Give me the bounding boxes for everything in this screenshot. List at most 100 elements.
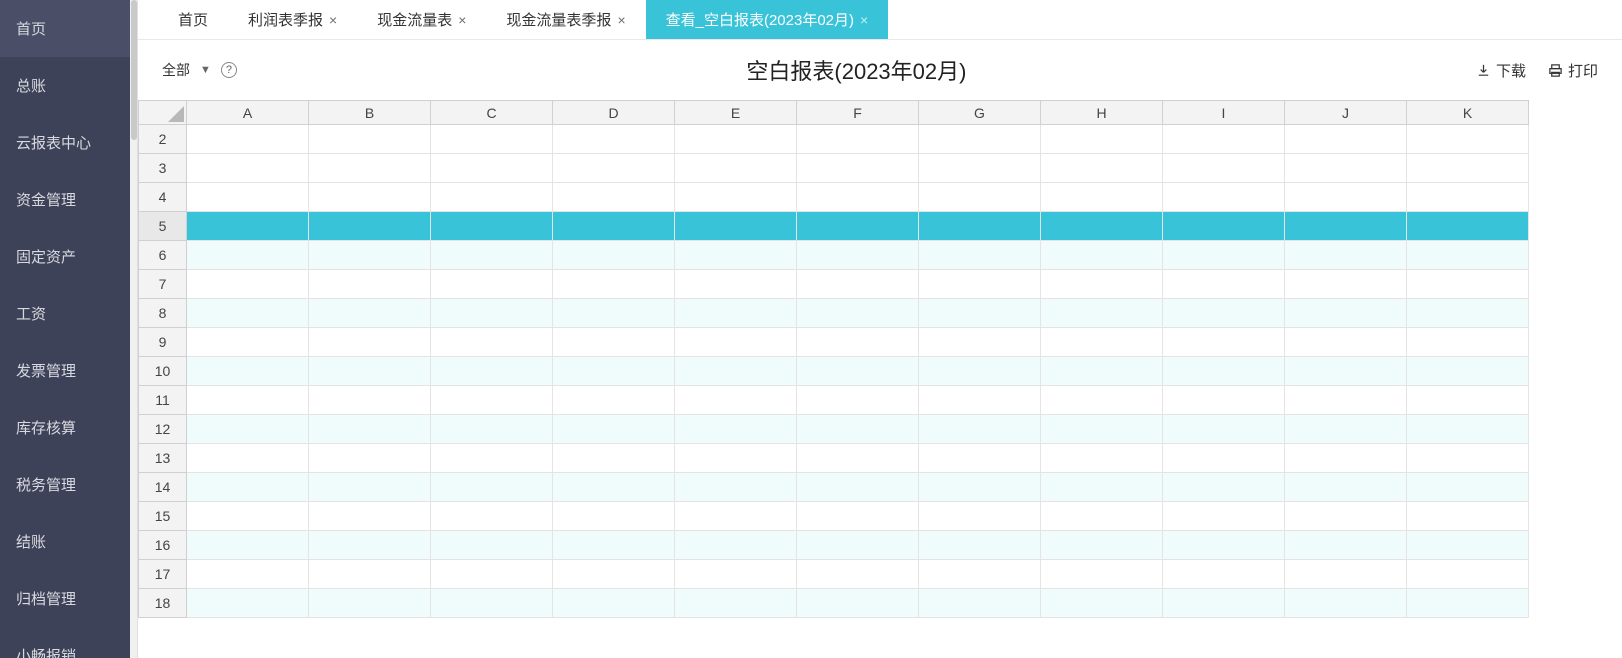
- sidebar-scrollbar[interactable]: [130, 0, 138, 658]
- cell-D15[interactable]: [553, 502, 675, 531]
- cell-A5[interactable]: [187, 212, 309, 241]
- cell-B6[interactable]: [309, 241, 431, 270]
- cell-F16[interactable]: [797, 531, 919, 560]
- cell-C9[interactable]: [431, 328, 553, 357]
- cell-H17[interactable]: [1041, 560, 1163, 589]
- cell-E17[interactable]: [675, 560, 797, 589]
- cell-E11[interactable]: [675, 386, 797, 415]
- cell-E6[interactable]: [675, 241, 797, 270]
- cell-F15[interactable]: [797, 502, 919, 531]
- cell-C18[interactable]: [431, 589, 553, 618]
- print-button[interactable]: 打印: [1548, 60, 1598, 81]
- close-icon[interactable]: ×: [329, 12, 337, 28]
- cell-J16[interactable]: [1285, 531, 1407, 560]
- cell-F4[interactable]: [797, 183, 919, 212]
- cell-K3[interactable]: [1407, 154, 1529, 183]
- cell-C11[interactable]: [431, 386, 553, 415]
- cell-I10[interactable]: [1163, 357, 1285, 386]
- cell-D12[interactable]: [553, 415, 675, 444]
- cell-B5[interactable]: [309, 212, 431, 241]
- cell-G3[interactable]: [919, 154, 1041, 183]
- cell-D18[interactable]: [553, 589, 675, 618]
- cell-J13[interactable]: [1285, 444, 1407, 473]
- tab-1[interactable]: 利润表季报×: [228, 0, 357, 39]
- cell-D6[interactable]: [553, 241, 675, 270]
- spreadsheet[interactable]: ABCDEFGHIJK23456789101112131415161718: [138, 100, 1622, 658]
- column-header-E[interactable]: E: [675, 101, 797, 125]
- cell-K11[interactable]: [1407, 386, 1529, 415]
- cell-B16[interactable]: [309, 531, 431, 560]
- cell-I2[interactable]: [1163, 125, 1285, 154]
- cell-F13[interactable]: [797, 444, 919, 473]
- cell-H3[interactable]: [1041, 154, 1163, 183]
- cell-E13[interactable]: [675, 444, 797, 473]
- cell-K2[interactable]: [1407, 125, 1529, 154]
- cell-A15[interactable]: [187, 502, 309, 531]
- sidebar-item-2[interactable]: 云报表中心: [0, 114, 130, 171]
- cell-I8[interactable]: [1163, 299, 1285, 328]
- cell-K18[interactable]: [1407, 589, 1529, 618]
- sidebar-item-7[interactable]: 库存核算: [0, 399, 130, 456]
- cell-J15[interactable]: [1285, 502, 1407, 531]
- cell-J11[interactable]: [1285, 386, 1407, 415]
- column-header-G[interactable]: G: [919, 101, 1041, 125]
- cell-J18[interactable]: [1285, 589, 1407, 618]
- cell-E9[interactable]: [675, 328, 797, 357]
- row-header-6[interactable]: 6: [139, 241, 187, 270]
- tab-4[interactable]: 查看_空白报表(2023年02月)×: [646, 0, 889, 39]
- row-header-3[interactable]: 3: [139, 154, 187, 183]
- tab-2[interactable]: 现金流量表×: [357, 0, 486, 39]
- cell-F2[interactable]: [797, 125, 919, 154]
- cell-J6[interactable]: [1285, 241, 1407, 270]
- cell-F17[interactable]: [797, 560, 919, 589]
- cell-I16[interactable]: [1163, 531, 1285, 560]
- cell-J12[interactable]: [1285, 415, 1407, 444]
- row-header-5[interactable]: 5: [139, 212, 187, 241]
- cell-I12[interactable]: [1163, 415, 1285, 444]
- cell-J5[interactable]: [1285, 212, 1407, 241]
- cell-C13[interactable]: [431, 444, 553, 473]
- cell-I14[interactable]: [1163, 473, 1285, 502]
- cell-K6[interactable]: [1407, 241, 1529, 270]
- cell-G5[interactable]: [919, 212, 1041, 241]
- cell-D10[interactable]: [553, 357, 675, 386]
- cell-G6[interactable]: [919, 241, 1041, 270]
- cell-C17[interactable]: [431, 560, 553, 589]
- sidebar-item-11[interactable]: 小畅报销: [0, 627, 130, 658]
- cell-C3[interactable]: [431, 154, 553, 183]
- close-icon[interactable]: ×: [458, 12, 466, 28]
- cell-D11[interactable]: [553, 386, 675, 415]
- cell-E3[interactable]: [675, 154, 797, 183]
- cell-I18[interactable]: [1163, 589, 1285, 618]
- row-header-8[interactable]: 8: [139, 299, 187, 328]
- cell-E12[interactable]: [675, 415, 797, 444]
- row-header-17[interactable]: 17: [139, 560, 187, 589]
- cell-C8[interactable]: [431, 299, 553, 328]
- cell-B4[interactable]: [309, 183, 431, 212]
- cell-F8[interactable]: [797, 299, 919, 328]
- cell-B9[interactable]: [309, 328, 431, 357]
- cell-B15[interactable]: [309, 502, 431, 531]
- cell-C16[interactable]: [431, 531, 553, 560]
- cell-K9[interactable]: [1407, 328, 1529, 357]
- cell-I6[interactable]: [1163, 241, 1285, 270]
- cell-F3[interactable]: [797, 154, 919, 183]
- cell-I13[interactable]: [1163, 444, 1285, 473]
- sidebar-item-4[interactable]: 固定资产: [0, 228, 130, 285]
- cell-J3[interactable]: [1285, 154, 1407, 183]
- cell-E16[interactable]: [675, 531, 797, 560]
- cell-K7[interactable]: [1407, 270, 1529, 299]
- cell-D3[interactable]: [553, 154, 675, 183]
- cell-I3[interactable]: [1163, 154, 1285, 183]
- cell-B18[interactable]: [309, 589, 431, 618]
- cell-H6[interactable]: [1041, 241, 1163, 270]
- cell-H4[interactable]: [1041, 183, 1163, 212]
- cell-J8[interactable]: [1285, 299, 1407, 328]
- cell-D9[interactable]: [553, 328, 675, 357]
- cell-H16[interactable]: [1041, 531, 1163, 560]
- cell-G17[interactable]: [919, 560, 1041, 589]
- cell-A4[interactable]: [187, 183, 309, 212]
- help-icon[interactable]: ?: [221, 62, 237, 78]
- column-header-H[interactable]: H: [1041, 101, 1163, 125]
- cell-E15[interactable]: [675, 502, 797, 531]
